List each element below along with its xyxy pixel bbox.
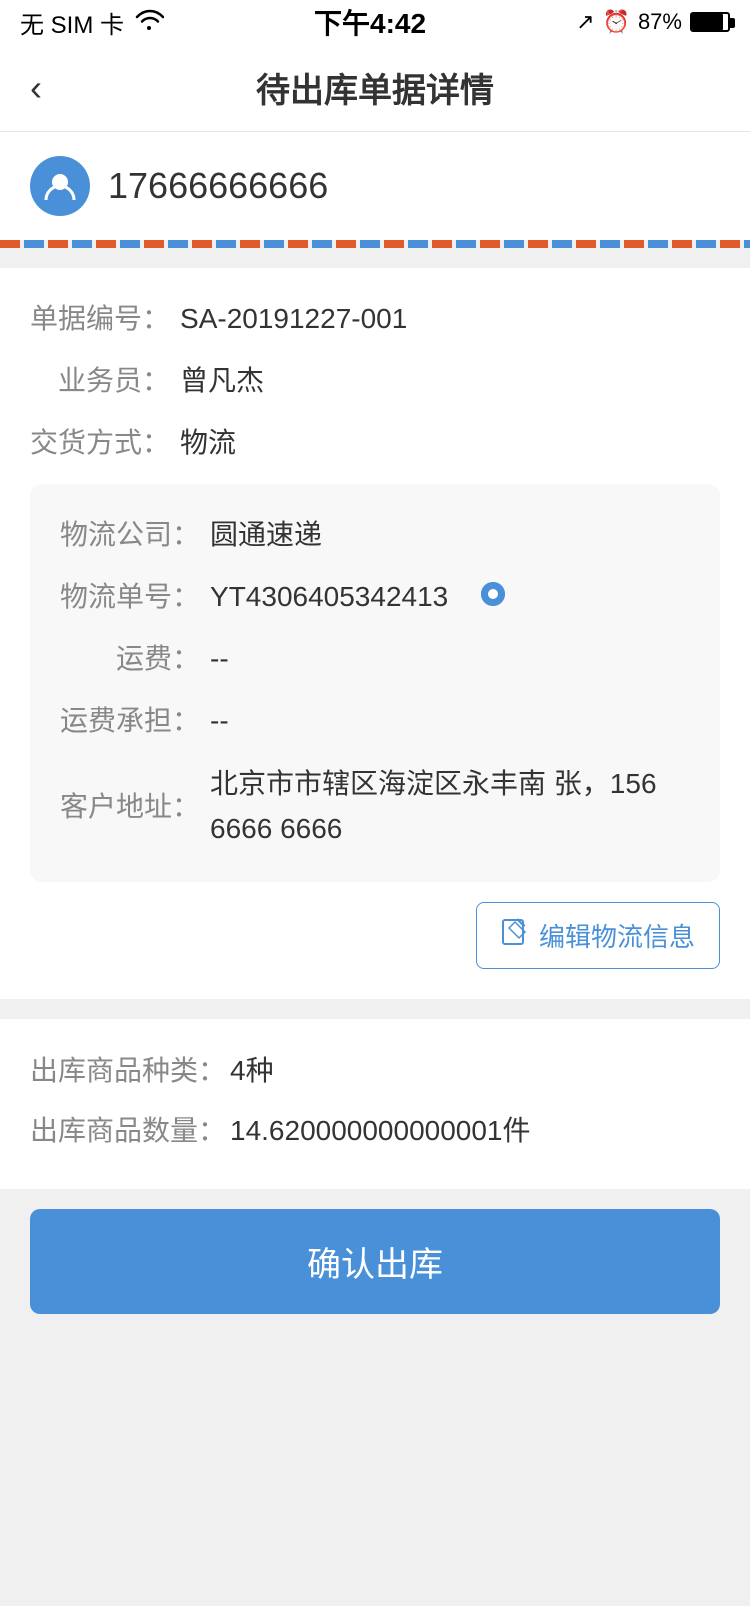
wifi-icon: [134, 8, 164, 36]
freight-label: 运费：: [60, 638, 200, 680]
goods-quantity-row: 出库商品数量： 14.620000000000001件: [30, 1109, 720, 1149]
tracking-number: YT43064053424​13: [210, 576, 448, 618]
goods-types-value: 4种: [230, 1049, 274, 1089]
back-button[interactable]: ‹: [30, 67, 42, 109]
battery-label: 87%: [638, 9, 682, 35]
logistics-company-row: 物流公司： 圆通速递: [60, 514, 690, 556]
avatar: [30, 156, 90, 216]
status-bar: 无 SIM 卡 下午4:42 ↗ ⏰ 87%: [0, 0, 750, 44]
freight-bearer-label: 运费承担：: [60, 700, 200, 742]
edit-logistics-label: 编辑物流信息: [539, 917, 695, 954]
address-value: 北京市市辖区海淀区永丰南 张，156 6666 6666: [210, 762, 690, 852]
goods-types-row: 出库商品种类： 4种: [30, 1049, 720, 1089]
logistics-company-value: 圆通速递: [210, 514, 690, 556]
page-title: 待出库单据详情: [256, 63, 494, 112]
edit-icon: [501, 918, 529, 953]
address-label: 客户地址：: [60, 786, 200, 828]
location-icon: ↗: [576, 9, 594, 35]
battery-icon: [690, 12, 730, 32]
freight-bearer-row: 运费承担： --: [60, 700, 690, 742]
customer-header: 17666666666: [0, 132, 750, 240]
order-number-row: 单据编号： SA-20191227-001: [30, 298, 720, 340]
logistics-card: 物流公司： 圆通速递 物流单号： YT43064053424​13: [30, 484, 720, 882]
order-info-section: 单据编号： SA-20191227-001 业务员： 曾凡杰 交货方式： 物流 …: [0, 268, 750, 999]
goods-quantity-label: 出库商品数量：: [30, 1109, 230, 1149]
nav-bar: ‹ 待出库单据详情: [0, 44, 750, 132]
location-pin-icon[interactable]: [476, 580, 510, 614]
sales-person-value: 曾凡杰: [180, 360, 720, 402]
order-number-label: 单据编号：: [30, 298, 170, 340]
goods-types-label: 出库商品种类：: [30, 1049, 230, 1089]
freight-row: 运费： --: [60, 638, 690, 680]
section-separator-1: [0, 999, 750, 1019]
delivery-method-row: 交货方式： 物流: [30, 422, 720, 464]
customer-phone: 17666666666: [108, 165, 328, 207]
freight-value: --: [210, 638, 690, 680]
sales-person-row: 业务员： 曾凡杰: [30, 360, 720, 402]
tracking-value-wrap: YT43064053424​13: [210, 576, 690, 618]
edit-btn-row: 编辑物流信息: [30, 882, 720, 969]
delivery-method-value: 物流: [180, 422, 720, 464]
goods-quantity-value: 14.620000000000001件: [230, 1109, 531, 1149]
time-label: 下午4:42: [314, 2, 426, 42]
carrier-label: 无 SIM 卡: [20, 5, 124, 40]
address-row: 客户地址： 北京市市辖区海淀区永丰南 张，156 6666 6666: [60, 762, 690, 852]
order-number-value: SA-20191227-001: [180, 298, 720, 340]
tracking-number-row: 物流单号： YT43064053424​13: [60, 576, 690, 618]
sales-person-label: 业务员：: [30, 360, 170, 402]
confirm-button-wrap: 确认出库: [0, 1189, 750, 1334]
edit-logistics-button[interactable]: 编辑物流信息: [476, 902, 720, 969]
dashed-divider: [0, 240, 750, 248]
freight-bearer-value: --: [210, 700, 690, 742]
alarm-icon: ⏰: [603, 9, 630, 35]
delivery-method-label: 交货方式：: [30, 422, 170, 464]
tracking-label: 物流单号：: [60, 576, 200, 618]
confirm-outbound-button[interactable]: 确认出库: [30, 1209, 720, 1314]
logistics-company-label: 物流公司：: [60, 514, 200, 556]
